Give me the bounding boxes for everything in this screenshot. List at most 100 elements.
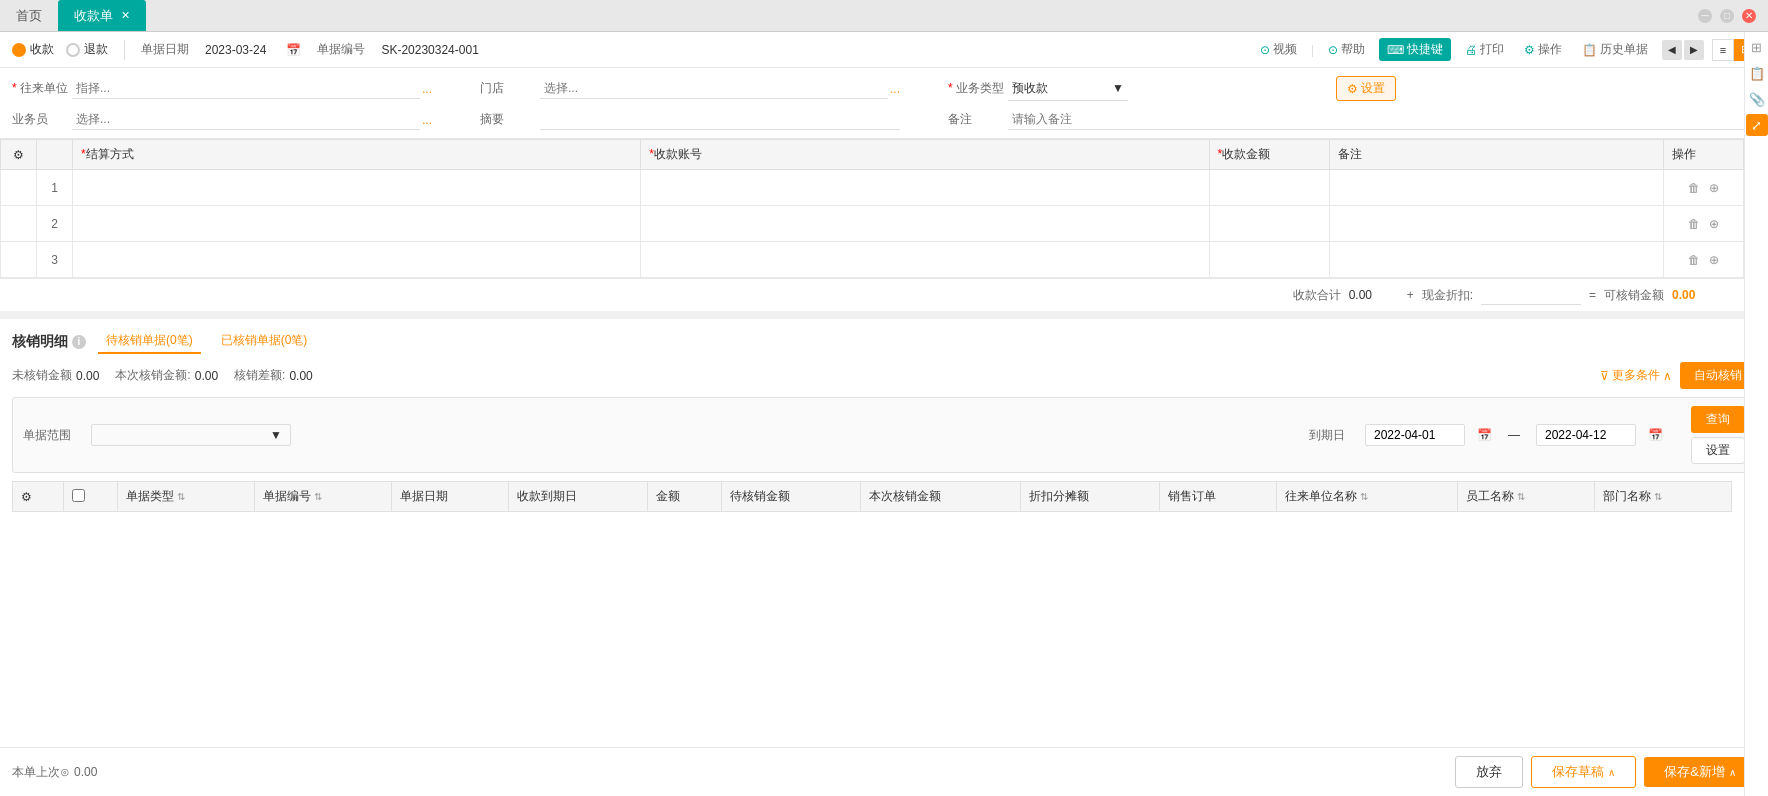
staff-more-icon[interactable]: ... <box>422 113 432 127</box>
radio-refund-circle <box>66 43 80 57</box>
td-amount-1[interactable] <box>1209 170 1329 206</box>
delete-row-2-icon[interactable]: 🗑 <box>1688 217 1700 231</box>
td-settings-3 <box>1 242 37 278</box>
td-amount-2[interactable] <box>1209 206 1329 242</box>
reconcile-settings-button[interactable]: 设置 <box>1691 437 1745 464</box>
start-date-icon[interactable]: 📅 <box>1477 428 1492 442</box>
th-account: *收款账号 <box>641 140 1209 170</box>
select-all-checkbox[interactable] <box>72 489 85 502</box>
radio-refund[interactable]: 退款 <box>66 41 108 58</box>
td-account-1[interactable] <box>641 170 1209 206</box>
sidebar-expand-icon[interactable]: ⤢ <box>1746 114 1768 136</box>
remark-label: 备注 <box>948 111 1008 128</box>
filter-row: 单据范围 ▼ 到期日 📅 — 📅 查询 设置 <box>12 397 1756 473</box>
discount-label: 现金折扣: <box>1422 287 1473 304</box>
save-draft-button[interactable]: 保存草稿 ∧ <box>1531 756 1636 788</box>
td-settlement-2[interactable] <box>73 206 641 242</box>
end-date-icon[interactable]: 📅 <box>1648 428 1663 442</box>
partner-input[interactable] <box>72 78 420 99</box>
store-label: 门店 <box>480 80 540 97</box>
store-input[interactable] <box>540 78 888 99</box>
td-remark-3[interactable] <box>1329 242 1663 278</box>
next-arrow[interactable]: ▶ <box>1684 40 1704 60</box>
bth-pending: 待核销金额 <box>721 482 860 512</box>
due-date-end-input[interactable] <box>1536 424 1636 446</box>
abandon-button[interactable]: 放弃 <box>1455 756 1523 788</box>
footer: 本单上次⊙ 0.00 放弃 保存草稿 ∧ 保存&新增 ∧ <box>0 747 1768 796</box>
reconcile-header: 核销明细 i 待核销单据(0笔) 已核销单据(0笔) <box>12 329 1756 354</box>
number-value: SK-20230324-001 <box>381 43 478 57</box>
th-settings[interactable]: ⚙ <box>1 140 37 170</box>
business-type-select[interactable]: 预收款 ▼ <box>1008 77 1128 101</box>
td-remark-2[interactable] <box>1329 206 1663 242</box>
stat-diff: 核销差额: 0.00 <box>234 367 313 384</box>
prev-arrow[interactable]: ◀ <box>1662 40 1682 60</box>
close-button[interactable]: ✕ <box>1742 9 1756 23</box>
table-section: ⚙ *结算方式 *收款账号 *收款金额 备注 操作 <box>0 139 1768 278</box>
td-remark-1[interactable] <box>1329 170 1663 206</box>
shortcut-btn[interactable]: ⌨ 快捷键 <box>1379 38 1451 61</box>
tab-pending[interactable]: 待核销单据(0笔) <box>98 329 201 354</box>
right-sidebar: ⊞ 📋 📎 ⤢ <box>1744 32 1768 796</box>
minimize-button[interactable]: ─ <box>1698 9 1712 23</box>
date-label: 单据日期 <box>141 41 189 58</box>
delete-row-3-icon[interactable]: 🗑 <box>1688 253 1700 267</box>
range-chevron-icon: ▼ <box>270 428 282 442</box>
copy-row-2-icon[interactable]: ⊕ <box>1709 217 1719 231</box>
save-draft-arrow-icon: ∧ <box>1608 767 1615 778</box>
date-picker-icon[interactable]: 📅 <box>286 43 301 57</box>
td-account-2[interactable] <box>641 206 1209 242</box>
due-date-start-input[interactable] <box>1365 424 1465 446</box>
video-btn[interactable]: ⊙ 视频 <box>1254 39 1303 60</box>
tab-close-icon[interactable]: ✕ <box>121 9 130 22</box>
range-select[interactable]: ▼ <box>91 424 291 446</box>
tab-receipt[interactable]: 收款单 ✕ <box>58 0 146 31</box>
more-conditions-btn[interactable]: ⊽ 更多条件 ∧ <box>1600 367 1672 384</box>
plus-label: + <box>1407 288 1414 302</box>
td-amount-3[interactable] <box>1209 242 1329 278</box>
history-btn[interactable]: 📋 历史单据 <box>1576 39 1654 60</box>
store-more-icon[interactable]: ... <box>890 82 900 96</box>
sidebar-table-icon[interactable]: ⊞ <box>1746 36 1768 58</box>
sidebar-archive-icon[interactable]: 📋 <box>1746 62 1768 84</box>
eq-label: = <box>1589 288 1596 302</box>
print-btn[interactable]: 🖨 打印 <box>1459 39 1510 60</box>
td-settlement-3[interactable] <box>73 242 641 278</box>
staff-input[interactable] <box>72 109 420 130</box>
tab-done[interactable]: 已核销单据(0笔) <box>213 329 316 354</box>
reconcile-info-icon[interactable]: i <box>72 335 86 349</box>
td-settlement-1[interactable] <box>73 170 641 206</box>
copy-row-3-icon[interactable]: ⊕ <box>1709 253 1719 267</box>
radio-receipt[interactable]: 收款 <box>12 41 54 58</box>
remark-input[interactable] <box>1008 109 1756 130</box>
partner-more-icon[interactable]: ... <box>422 82 432 96</box>
stat-unreconciled: 未核销金额 0.00 <box>12 367 99 384</box>
td-account-3[interactable] <box>641 242 1209 278</box>
settings-button[interactable]: ⚙ 设置 <box>1336 76 1396 101</box>
help-btn[interactable]: ⊙ 帮助 <box>1322 39 1371 60</box>
form-section: * 往来单位 ... 门店 ... * 业务类型 预收款 <box>0 68 1768 139</box>
tab-bar: 首页 收款单 ✕ ─ □ ✕ <box>0 0 1768 32</box>
copy-row-1-icon[interactable]: ⊕ <box>1709 181 1719 195</box>
partner-label: * 往来单位 <box>12 80 72 97</box>
td-settings-2 <box>1 206 37 242</box>
summary-input[interactable] <box>540 109 900 130</box>
discount-input[interactable] <box>1481 285 1581 305</box>
ops-btn[interactable]: ⚙ 操作 <box>1518 39 1568 60</box>
query-button[interactable]: 查询 <box>1691 406 1745 433</box>
maximize-button[interactable]: □ <box>1720 9 1734 23</box>
range-label: 单据范围 <box>23 427 71 444</box>
footer-info: 本单上次⊙ 0.00 <box>12 764 97 781</box>
partner-field-group: * 往来单位 ... <box>12 78 432 99</box>
summary-label: 摘要 <box>480 111 540 128</box>
bth-settings[interactable]: ⚙ <box>13 482 64 512</box>
reconcile-section: 核销明细 i 待核销单据(0笔) 已核销单据(0笔) 未核销金额 0.00 本次… <box>0 311 1768 747</box>
delete-row-1-icon[interactable]: 🗑 <box>1688 181 1700 195</box>
th-num <box>37 140 73 170</box>
list-view-btn[interactable]: ≡ <box>1712 39 1734 61</box>
business-type-group: * 业务类型 预收款 ▼ <box>948 77 1328 101</box>
reconcile-title: 核销明细 i <box>12 333 86 351</box>
sidebar-paperclip-icon[interactable]: 📎 <box>1746 88 1768 110</box>
save-new-button[interactable]: 保存&新增 ∧ <box>1644 757 1756 787</box>
tab-home[interactable]: 首页 <box>0 0 58 31</box>
